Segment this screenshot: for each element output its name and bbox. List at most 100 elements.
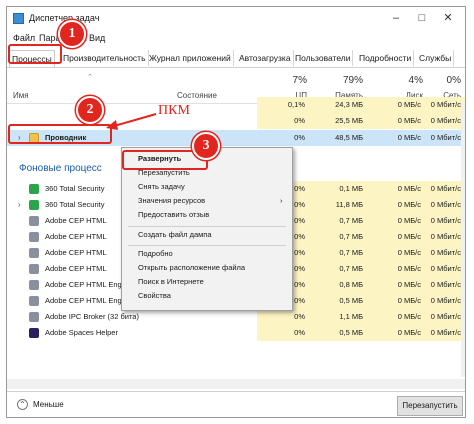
app-icon xyxy=(29,296,39,306)
horizontal-scrollbar[interactable] xyxy=(7,379,465,389)
app-icon xyxy=(29,184,39,194)
network-cell: 0 Мбит/с xyxy=(425,97,465,113)
group-title-background: Фоновые процесс xyxy=(19,163,102,174)
tab-app-history[interactable]: Журнал приложений xyxy=(147,50,234,66)
context-menu: Развернуть Перезапустить Снять задачу Зн… xyxy=(121,147,293,311)
network-cell: 0 Мбит/с xyxy=(425,113,465,129)
disk-cell: 0 МБ/с xyxy=(367,197,425,213)
memory-cell: 0,8 МБ xyxy=(309,277,367,293)
memory-total: 79% xyxy=(342,75,363,86)
vertical-scrollbar[interactable] xyxy=(461,103,465,377)
restart-button[interactable]: Перезапустить xyxy=(397,396,463,416)
sort-arrow-icon: ⌃ xyxy=(87,74,93,81)
network-cell: 0 Мбит/с xyxy=(425,325,465,341)
cpu-total: 7% xyxy=(292,75,307,86)
memory-cell: 48,5 МБ xyxy=(335,133,363,142)
tab-bar: Процессы Производительность Журнал прило… xyxy=(7,49,465,68)
disk-cell: 0 МБ/с xyxy=(397,133,421,142)
disk-cell: 0 МБ/с xyxy=(367,325,425,341)
close-button[interactable]: ✕ xyxy=(439,11,457,25)
cpu-cell: 0% xyxy=(257,325,309,341)
task-manager-window: Диспетчер задач – □ ✕ Файл Параметры Вид… xyxy=(6,6,466,418)
tab-details[interactable]: Подробности xyxy=(357,50,415,66)
memory-cell: 0,7 МБ xyxy=(309,261,367,277)
process-name: Adobe CEP HTML xyxy=(45,264,107,273)
app-icon xyxy=(29,248,39,258)
arrow-icon xyxy=(106,113,157,130)
expand-icon[interactable]: › xyxy=(18,197,21,213)
app-icon xyxy=(29,264,39,274)
disk-cell: 0 МБ/с xyxy=(367,245,425,261)
process-name: Adobe CEP HTML xyxy=(45,232,107,241)
memory-cell: 0,7 МБ xyxy=(309,245,367,261)
menu-item-end-task[interactable]: Снять задачу xyxy=(138,182,185,191)
process-name: Adobe CEP HTML xyxy=(45,216,107,225)
tab-startup[interactable]: Автозагрузка xyxy=(237,50,294,66)
memory-cell: 0,5 МБ xyxy=(309,325,367,341)
process-name: Adobe IPC Broker (32 бита) xyxy=(45,312,139,321)
highlight-explorer-row xyxy=(8,124,112,144)
fewer-details-link[interactable]: Меньше xyxy=(33,400,64,409)
memory-cell: 1,1 МБ xyxy=(309,309,367,325)
tab-users[interactable]: Пользователи xyxy=(293,50,354,66)
process-name: Adobe CEP HTML xyxy=(45,248,107,257)
memory-cell: 0,1 МБ xyxy=(309,181,367,197)
memory-cell: 24,3 МБ xyxy=(309,97,367,113)
network-cell: 0 Мбит/с xyxy=(425,261,465,277)
memory-cell: 0,5 МБ xyxy=(309,293,367,309)
app-icon xyxy=(29,200,39,210)
cpu-cell: 0% xyxy=(257,309,309,325)
network-total: 0% xyxy=(446,75,461,86)
network-cell: 0 Мбит/с xyxy=(425,293,465,309)
disk-cell: 0 МБ/с xyxy=(367,213,425,229)
menu-item-feedback[interactable]: Предоставить отзыв xyxy=(138,210,209,219)
disk-cell: 0 МБ/с xyxy=(367,181,425,197)
photoshop-icon xyxy=(29,328,39,338)
memory-cell: 11,8 МБ xyxy=(309,197,367,213)
menu-view[interactable]: Вид xyxy=(89,33,105,43)
network-cell: 0 Мбит/с xyxy=(425,245,465,261)
cpu-cell: 0,1% xyxy=(257,97,309,113)
app-icon xyxy=(29,312,39,322)
table-row[interactable]: Adobe Spaces Helper 0% 0,5 МБ 0 МБ/с 0 М… xyxy=(7,325,465,341)
process-name: Adobe CEP HTML Engine xyxy=(45,296,132,305)
process-name: Adobe Spaces Helper xyxy=(45,328,118,337)
memory-cell: 0,7 МБ xyxy=(309,213,367,229)
menu-item-dump[interactable]: Создать файл дампа xyxy=(138,230,212,239)
disk-cell: 0 МБ/с xyxy=(367,229,425,245)
network-cell: 0 Мбит/с xyxy=(425,229,465,245)
network-cell: 0 Мбит/с xyxy=(425,277,465,293)
tab-services[interactable]: Службы xyxy=(417,50,455,66)
highlight-processes-tab xyxy=(8,44,62,64)
menu-file[interactable]: Файл xyxy=(13,33,35,43)
table-row[interactable]: Adobe IPC Broker (32 бита) 0% 1,1 МБ 0 М… xyxy=(7,309,465,325)
disk-cell: 0 МБ/с xyxy=(367,277,425,293)
minimize-button[interactable]: – xyxy=(387,11,405,25)
menu-item-resource-values[interactable]: Значения ресурсов xyxy=(138,196,205,205)
menu-item-search-online[interactable]: Поиск в Интернете xyxy=(138,277,204,286)
step-badge-1: 1 xyxy=(58,20,86,48)
cpu-cell: 0% xyxy=(257,113,309,129)
network-cell: 0 Мбит/с xyxy=(425,309,465,325)
menu-separator xyxy=(128,226,286,227)
menu-item-properties[interactable]: Свойства xyxy=(138,291,171,300)
disk-cell: 0 МБ/с xyxy=(367,293,425,309)
memory-cell: 0,7 МБ xyxy=(309,229,367,245)
bottom-bar: ⌃ Меньше Перезапустить xyxy=(7,391,465,417)
app-icon xyxy=(29,216,39,226)
menu-separator xyxy=(128,245,286,246)
app-icon xyxy=(29,232,39,242)
tab-performance[interactable]: Производительность xyxy=(61,50,149,66)
memory-cell: 25,5 МБ xyxy=(309,113,367,129)
chevron-up-icon[interactable]: ⌃ xyxy=(17,399,28,410)
disk-cell: 0 МБ/с xyxy=(367,113,425,129)
menu-item-open-location[interactable]: Открыть расположение файла xyxy=(138,263,245,272)
app-icon xyxy=(29,280,39,290)
maximize-button[interactable]: □ xyxy=(413,11,431,25)
process-name: 360 Total Security xyxy=(45,200,105,209)
process-name: Adobe CEP HTML Engine xyxy=(45,280,132,289)
menu-item-details[interactable]: Подробно xyxy=(138,249,173,258)
network-cell: 0 Мбит/с xyxy=(425,213,465,229)
network-cell: 0 Мбит/с xyxy=(425,181,465,197)
disk-cell: 0 МБ/с xyxy=(367,261,425,277)
